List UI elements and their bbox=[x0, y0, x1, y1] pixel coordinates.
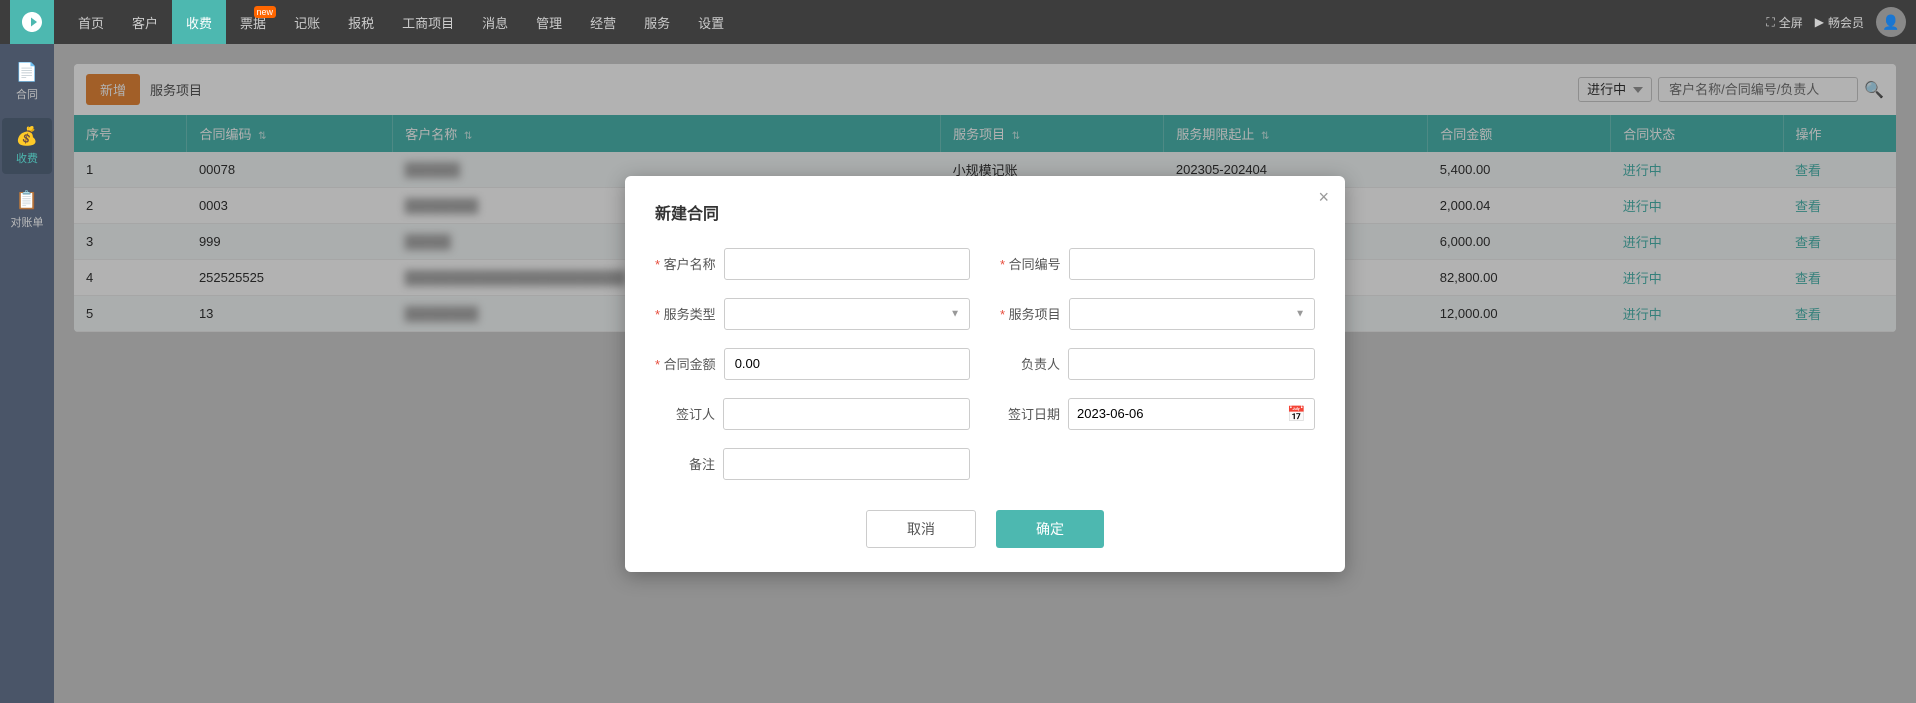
customer-name-input[interactable] bbox=[724, 248, 970, 280]
signer-input[interactable] bbox=[723, 398, 970, 430]
modal-overlay: × 新建合同 客户名称 合同编号 服务类型 bbox=[54, 44, 1916, 703]
field-contract-amount: 合同金额 bbox=[655, 348, 970, 380]
remark-input[interactable] bbox=[723, 448, 970, 480]
play-icon: ▶ bbox=[1815, 15, 1824, 29]
nav-home[interactable]: 首页 bbox=[64, 0, 118, 44]
form-row-2: 服务类型 服务项目 bbox=[655, 298, 1315, 330]
billing-icon: 💰 bbox=[16, 126, 38, 147]
signer-label: 签订人 bbox=[655, 404, 715, 423]
nav-business[interactable]: 工商项目 bbox=[388, 0, 468, 44]
responsible-input[interactable] bbox=[1068, 348, 1315, 380]
statement-icon: 📋 bbox=[16, 190, 38, 211]
nav-right-actions: ⛶ 全屏 ▶ 畅会员 👤 bbox=[1766, 7, 1906, 37]
field-responsible: 负责人 bbox=[1000, 348, 1315, 380]
member-button[interactable]: ▶ 畅会员 bbox=[1815, 14, 1864, 31]
field-service-item: 服务项目 bbox=[1000, 298, 1315, 330]
fullscreen-icon: ⛶ bbox=[1766, 15, 1774, 30]
avatar[interactable]: 👤 bbox=[1876, 7, 1906, 37]
customer-name-label: 客户名称 bbox=[655, 254, 716, 273]
contract-amount-label: 合同金额 bbox=[655, 354, 716, 373]
field-sign-date: 签订日期 📅 bbox=[1000, 398, 1315, 430]
fullscreen-button[interactable]: ⛶ 全屏 bbox=[1766, 14, 1802, 31]
new-badge: new bbox=[254, 6, 277, 18]
service-item-label: 服务项目 bbox=[1000, 304, 1061, 323]
service-type-select[interactable] bbox=[724, 298, 970, 330]
service-item-wrapper bbox=[1069, 298, 1315, 330]
contract-icon: 📄 bbox=[16, 62, 38, 83]
nav-tax[interactable]: 报税 bbox=[334, 0, 388, 44]
nav-accounting[interactable]: 记账 bbox=[280, 0, 334, 44]
field-service-type: 服务类型 bbox=[655, 298, 970, 330]
field-customer-name: 客户名称 bbox=[655, 248, 970, 280]
top-navigation: 首页 客户 收费 票据 new 记账 报税 工商项目 消息 管理 经营 服务 设… bbox=[0, 0, 1916, 44]
field-contract-no: 合同编号 bbox=[1000, 248, 1315, 280]
nav-settings[interactable]: 设置 bbox=[684, 0, 738, 44]
nav-manage[interactable]: 管理 bbox=[522, 0, 576, 44]
cancel-button[interactable]: 取消 bbox=[866, 510, 976, 548]
form-row-3: 合同金额 负责人 bbox=[655, 348, 1315, 380]
sign-date-wrapper: 📅 bbox=[1068, 398, 1315, 430]
main-layout: 📄 合同 💰 收费 📋 对账单 新增 服务项目 进行中 已完成 已终止 bbox=[0, 44, 1916, 703]
form-row-1: 客户名称 合同编号 bbox=[655, 248, 1315, 280]
new-contract-modal: × 新建合同 客户名称 合同编号 服务类型 bbox=[625, 176, 1345, 572]
app-logo[interactable] bbox=[10, 0, 54, 44]
nav-items: 首页 客户 收费 票据 new 记账 报税 工商项目 消息 管理 经营 服务 设… bbox=[64, 0, 1766, 44]
nav-message[interactable]: 消息 bbox=[468, 0, 522, 44]
field-remark: 备注 bbox=[655, 448, 970, 480]
sidebar-item-billing[interactable]: 💰 收费 bbox=[2, 118, 52, 174]
nav-service[interactable]: 服务 bbox=[630, 0, 684, 44]
contract-no-label: 合同编号 bbox=[1000, 254, 1061, 273]
field-signer: 签订人 bbox=[655, 398, 970, 430]
remark-label: 备注 bbox=[655, 454, 715, 473]
sidebar-item-statement[interactable]: 📋 对账单 bbox=[2, 182, 52, 238]
sidebar-item-contract[interactable]: 📄 合同 bbox=[2, 54, 52, 110]
modal-title: 新建合同 bbox=[655, 200, 1315, 224]
modal-close-button[interactable]: × bbox=[1318, 188, 1329, 206]
form-row-5: 备注 bbox=[655, 448, 1315, 480]
confirm-button[interactable]: 确定 bbox=[996, 510, 1104, 548]
service-type-label: 服务类型 bbox=[655, 304, 716, 323]
contract-no-input[interactable] bbox=[1069, 248, 1315, 280]
contract-amount-input[interactable] bbox=[724, 348, 970, 380]
sign-date-label: 签订日期 bbox=[1000, 404, 1060, 423]
form-row-4: 签订人 签订日期 📅 bbox=[655, 398, 1315, 430]
nav-operation[interactable]: 经营 bbox=[576, 0, 630, 44]
service-type-wrapper bbox=[724, 298, 970, 330]
nav-invoice[interactable]: 票据 new bbox=[226, 0, 280, 44]
responsible-label: 负责人 bbox=[1000, 354, 1060, 373]
sidebar: 📄 合同 💰 收费 📋 对账单 bbox=[0, 44, 54, 703]
nav-billing[interactable]: 收费 bbox=[172, 0, 226, 44]
nav-customer[interactable]: 客户 bbox=[118, 0, 172, 44]
service-item-select[interactable] bbox=[1069, 298, 1315, 330]
calendar-button[interactable]: 📅 bbox=[1287, 405, 1306, 423]
sign-date-input[interactable] bbox=[1077, 406, 1287, 421]
content-area: 新增 服务项目 进行中 已完成 已终止 全部 🔍 序号 bbox=[54, 44, 1916, 703]
modal-footer: 取消 确定 bbox=[655, 510, 1315, 548]
